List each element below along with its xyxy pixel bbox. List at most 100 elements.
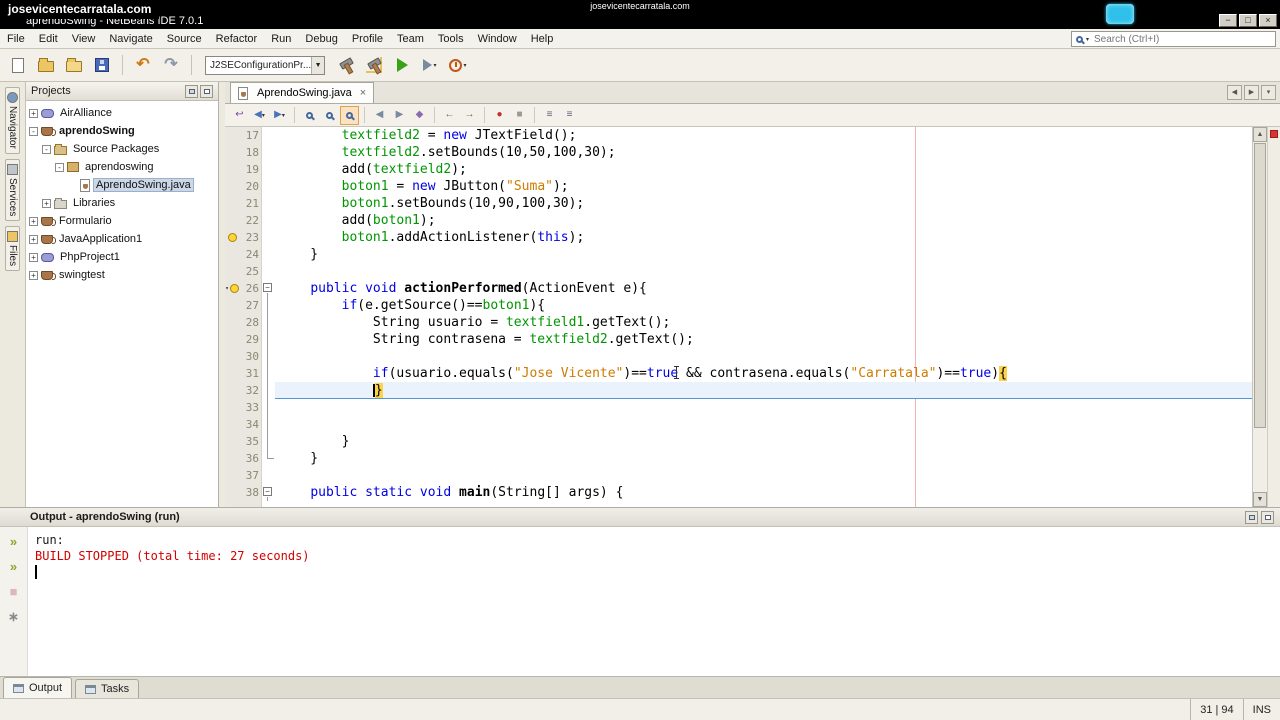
menu-source[interactable]: Source (160, 30, 209, 48)
editor-tab-aprendoswing[interactable]: AprendoSwing.java × (230, 82, 375, 103)
toggle-bookmark-icon[interactable]: ◆ (410, 106, 429, 125)
new-project-button[interactable] (33, 52, 59, 78)
search-input[interactable] (1092, 32, 1275, 46)
last-edit-position-icon[interactable]: ↩ (230, 106, 249, 125)
clean-build-project-button[interactable] (361, 52, 387, 78)
menu-run[interactable]: Run (264, 30, 298, 48)
code-line[interactable]: 38− public static void main(String[] arg… (225, 484, 1280, 501)
side-tab-navigator[interactable]: Navigator (5, 87, 20, 154)
open-project-button[interactable] (61, 52, 87, 78)
code-line[interactable]: 19 add(textfield2); (225, 161, 1280, 178)
minimize-output-icon[interactable] (1245, 510, 1258, 524)
menu-view[interactable]: View (65, 30, 103, 48)
code-line[interactable]: 30 (225, 348, 1280, 365)
menu-edit[interactable]: Edit (32, 30, 65, 48)
profile-dropdown-icon[interactable]: ▾ (463, 62, 466, 69)
editor-vertical-scrollbar[interactable]: ▲ ▼ (1252, 127, 1267, 507)
code-line[interactable]: 33 (225, 399, 1280, 416)
toggle-highlight-search-icon[interactable] (340, 105, 359, 125)
search-dropdown-icon[interactable]: ▾ (1086, 36, 1089, 43)
expand-toggle-icon[interactable]: + (29, 108, 38, 118)
stop-macro-recording-icon[interactable]: ■ (510, 106, 529, 125)
ant-settings-icon[interactable]: ∗ (5, 608, 23, 624)
window-titlebar[interactable]: aprendoSwing - NetBeans IDE 7.0.1 − □ × (0, 12, 1280, 29)
expand-toggle-icon[interactable]: + (29, 234, 38, 244)
debug-dropdown-icon[interactable]: ▾ (433, 62, 436, 69)
menu-file[interactable]: File (0, 30, 32, 48)
collapse-toggle-icon[interactable]: - (29, 126, 38, 136)
find-selection-icon[interactable] (320, 106, 339, 125)
build-project-button[interactable] (333, 52, 359, 78)
code-line[interactable]: 20 boton1 = new JButton("Suma"); (225, 178, 1280, 195)
expand-toggle-icon[interactable]: + (29, 252, 38, 262)
code-line[interactable]: 34 (225, 416, 1280, 433)
menu-refactor[interactable]: Refactor (209, 30, 265, 48)
rerun-icon[interactable]: » (5, 533, 23, 549)
code-line[interactable]: 25 (225, 263, 1280, 280)
menu-tools[interactable]: Tools (431, 30, 471, 48)
scroll-tabs-left-icon[interactable]: ◀ (1227, 85, 1242, 100)
search-box[interactable]: ▾ (1071, 31, 1276, 47)
stop-build-icon[interactable]: ■ (5, 583, 23, 599)
tree-node[interactable]: + PhpProject1 (26, 248, 218, 266)
tree-node[interactable]: - Source Packages (26, 140, 218, 158)
close-button[interactable]: × (1259, 14, 1277, 27)
code-area[interactable]: 17 textfield2 = new JTextField(); 18 text… (225, 127, 1280, 507)
tree-node[interactable]: - aprendoswing (26, 158, 218, 176)
hint-bulb-icon[interactable] (229, 284, 239, 293)
find-icon[interactable] (300, 106, 319, 125)
expand-toggle-icon[interactable]: + (29, 216, 38, 226)
collapse-toggle-icon[interactable]: - (42, 144, 51, 154)
forward-icon[interactable]: ▶ ▾ (270, 106, 289, 125)
tree-node[interactable]: + AirAlliance (26, 104, 218, 122)
menu-window[interactable]: Window (471, 30, 524, 48)
shift-line-left-icon[interactable]: ← (440, 106, 459, 125)
tree-node[interactable]: + Libraries (26, 194, 218, 212)
bottom-tab-output[interactable]: Output (3, 677, 73, 698)
tree-node[interactable]: - aprendoSwing (26, 122, 218, 140)
run-project-button[interactable] (389, 52, 415, 78)
tab-list-icon[interactable]: ▾ (1261, 85, 1276, 100)
code-line[interactable]: 29 String contrasena = textfield2.getTex… (225, 331, 1280, 348)
code-line[interactable]: 21 boton1.setBounds(10,90,100,30); (225, 195, 1280, 212)
code-line[interactable]: 24 } (225, 246, 1280, 263)
start-macro-recording-icon[interactable]: ● (490, 106, 509, 125)
back-icon[interactable]: ◀ ▾ (250, 106, 269, 125)
menu-profile[interactable]: Profile (345, 30, 390, 48)
error-stripe[interactable] (1267, 127, 1280, 507)
expand-toggle-icon[interactable]: + (42, 198, 51, 208)
menu-navigate[interactable]: Navigate (102, 30, 159, 48)
code-line[interactable]: 37 (225, 467, 1280, 484)
tree-node[interactable]: + JavaApplication1 (26, 230, 218, 248)
uncomment-icon[interactable]: ≡ (560, 106, 579, 125)
new-file-button[interactable] (5, 52, 31, 78)
code-line[interactable]: 35 } (225, 433, 1280, 450)
minimize-button[interactable]: − (1219, 14, 1237, 27)
previous-bookmark-icon[interactable]: ◀ (370, 106, 389, 125)
next-bookmark-icon[interactable]: ▶ (390, 106, 409, 125)
close-tab-icon[interactable]: × (360, 87, 366, 99)
collapse-toggle-icon[interactable]: - (55, 162, 64, 172)
output-header[interactable]: Output - aprendoSwing (run) (0, 508, 1280, 527)
scrollbar-thumb[interactable] (1254, 143, 1266, 428)
save-all-button[interactable] (89, 52, 115, 78)
menu-help[interactable]: Help (524, 30, 561, 48)
menu-team[interactable]: Team (390, 30, 431, 48)
rerun-with-options-icon[interactable]: » (5, 558, 23, 574)
comment-icon[interactable]: ≡ (540, 106, 559, 125)
float-panel-icon[interactable] (185, 84, 198, 98)
code-line[interactable]: 36 } (225, 450, 1280, 467)
side-tab-services[interactable]: Services (5, 158, 20, 222)
redo-button[interactable]: ↷ (158, 52, 184, 78)
code-line[interactable]: 27 if(e.getSource()==boton1){ (225, 297, 1280, 314)
undo-button[interactable]: ↶ (130, 52, 156, 78)
side-tab-files[interactable]: Files (5, 226, 20, 272)
tree-node[interactable]: + Formulario (26, 212, 218, 230)
hint-bulb-icon[interactable] (227, 233, 237, 242)
code-line[interactable]: ▾ 26− public void actionPerformed(ActionE… (225, 280, 1280, 297)
expand-toggle-icon[interactable]: + (29, 270, 38, 280)
minimize-panel-icon[interactable] (200, 84, 213, 98)
code-line[interactable]: 28 String usuario = textfield1.getText()… (225, 314, 1280, 331)
fold-toggle-icon[interactable]: − (263, 283, 272, 292)
maximize-output-icon[interactable] (1261, 510, 1274, 524)
